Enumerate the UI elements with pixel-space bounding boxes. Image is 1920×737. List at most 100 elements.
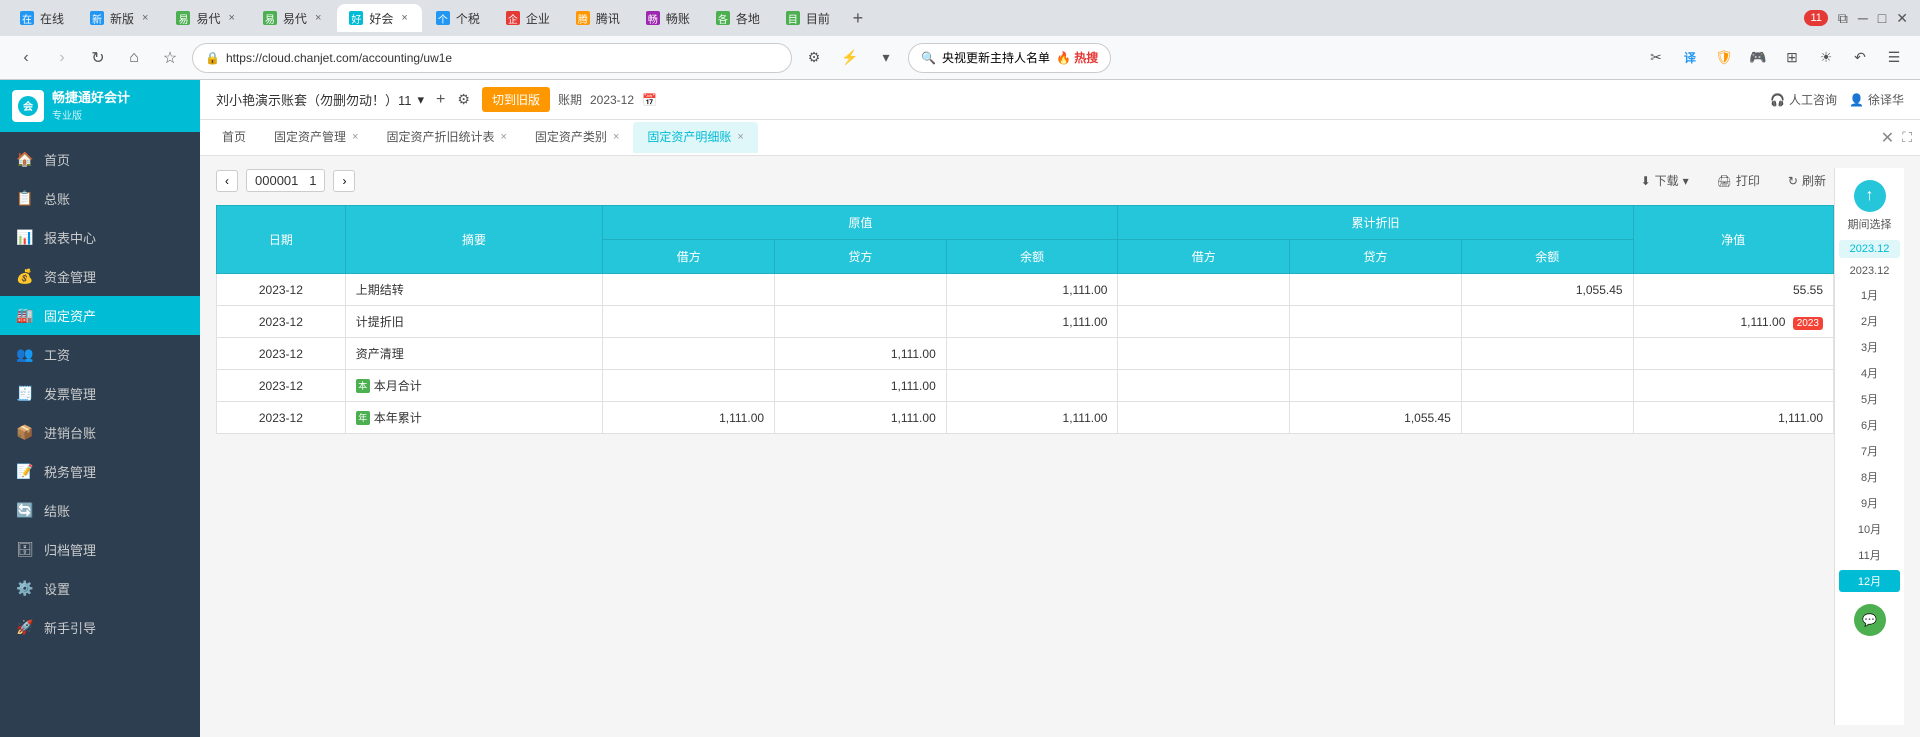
th-orig-debit: 借方 [603,240,775,274]
print-button[interactable]: 🖨 打印 [1709,168,1768,193]
fullscreen-icon[interactable]: ⛶ [1902,129,1912,146]
sidebar-item-settings[interactable]: ⚙️ 设置 [0,569,200,608]
period-month-1[interactable]: 1月 [1839,284,1900,306]
company-settings-icon[interactable]: ⚙ [457,91,470,108]
period-month-5[interactable]: 5月 [1839,388,1900,410]
page-tab-asset-category[interactable]: 固定资产类别 × [521,122,633,153]
tab-restore-btn[interactable]: ⧉ [1838,10,1848,27]
home-button[interactable]: ⌂ [120,44,148,72]
row5-date: 2023-12 [217,402,346,434]
page-tab-home-label: 首页 [222,128,246,145]
undo-icon[interactable]: ↶ [1846,44,1874,72]
page-tab-home[interactable]: 首页 [208,122,260,153]
address-input[interactable]: 🔒 https://cloud.chanjet.com/accounting/u… [192,43,792,73]
period-month-9[interactable]: 9月 [1839,492,1900,514]
next-record-button[interactable]: › [333,170,355,192]
sidebar-item-tax[interactable]: 📝 税务管理 [0,452,200,491]
period-month-6[interactable]: 6月 [1839,414,1900,436]
menu-icon[interactable]: ☰ [1880,44,1908,72]
notification-badge[interactable]: 11 [1804,10,1827,26]
tab-zaixian[interactable]: 在 在线 [8,4,76,32]
table-row: 2023-12 资产清理 1,111.00 [217,338,1834,370]
shield-icon[interactable]: 🛡 [1710,44,1738,72]
tab-maximize-btn[interactable]: □ [1878,10,1886,26]
sidebar-item-funds[interactable]: 💰 资金管理 [0,257,200,296]
back-button[interactable]: ‹ [12,44,40,72]
period-month-10[interactable]: 10月 [1839,518,1900,540]
close-all-icon[interactable]: ✕ [1881,128,1894,148]
reload-button[interactable]: ↻ [84,44,112,72]
switch-version-button[interactable]: 切到旧版 [482,87,550,112]
game-icon[interactable]: 🎮 [1744,44,1772,72]
period-month-8[interactable]: 8月 [1839,466,1900,488]
tab-label-xinban: 新版 [110,10,134,27]
period-year-2[interactable]: 2023.12 [1839,262,1900,280]
page-tab-close-depreciation-stats[interactable]: × [500,131,506,143]
period-year-1[interactable]: 2023.12 [1839,240,1900,258]
period-month-4[interactable]: 4月 [1839,362,1900,384]
sidebar-title-area: 畅捷通好会计 专业版 [52,90,130,122]
add-company-button[interactable]: + [436,91,445,109]
page-tab-close-asset-ledger[interactable]: × [737,131,743,143]
tab-tengxun[interactable]: 腾 腾讯 [564,4,632,32]
th-orig-credit: 贷方 [775,240,947,274]
lightning-icon[interactable]: ⚡ [836,44,864,72]
sidebar-item-invoice[interactable]: 🧾 发票管理 [0,374,200,413]
tab-close-xinban[interactable]: × [140,11,150,25]
sidebar-item-reports[interactable]: 📊 报表中心 [0,218,200,257]
sidebar-item-stock[interactable]: 📦 进销台账 [0,413,200,452]
support-button[interactable]: 🎧 人工咨询 [1770,91,1837,108]
page-tab-close-fixed-assets[interactable]: × [352,131,358,143]
refresh-button[interactable]: ↻ 刷新 [1780,168,1834,193]
sidebar-item-archive[interactable]: 🗄 归档管理 [0,530,200,569]
user-info[interactable]: 👤 徐译华 [1849,91,1904,108]
page-tab-asset-ledger[interactable]: 固定资产明细账 × [633,122,757,153]
tab-haokuai[interactable]: 好 好会 × [337,4,421,32]
sidebar-item-home[interactable]: 🏠 首页 [0,140,200,179]
dropdown-icon[interactable]: ▾ [872,44,900,72]
feedback-button[interactable]: 💬 [1854,604,1886,636]
prev-record-button[interactable]: ‹ [216,170,238,192]
page-tab-close-asset-category[interactable]: × [613,131,619,143]
tab-xinban[interactable]: 新 新版 × [78,4,162,32]
scissors-icon[interactable]: ✂ [1642,44,1670,72]
calendar-icon[interactable]: 📅 [642,93,657,107]
period-month-7[interactable]: 7月 [1839,440,1900,462]
tab-qiye[interactable]: 企 企业 [494,4,562,32]
grid-icon[interactable]: ⊞ [1778,44,1806,72]
tab-muqian[interactable]: 目 目前 [774,4,842,32]
tab-add-button[interactable]: + [844,4,872,32]
tab-close-btn[interactable]: ✕ [1896,10,1908,27]
tab-close-yidai2[interactable]: × [313,11,323,25]
tab-chang[interactable]: 畅 畅账 [634,4,702,32]
sidebar-item-general-ledger[interactable]: 📋 总账 [0,179,200,218]
translate-icon[interactable]: 译 [1676,44,1704,72]
sidebar-label-tax: 税务管理 [44,462,96,481]
svg-text:会: 会 [23,100,33,113]
page-tab-depreciation-stats-label: 固定资产折旧统计表 [386,128,494,145]
tab-close-yidai1[interactable]: × [226,11,236,25]
sidebar-item-guide[interactable]: 🚀 新手引导 [0,608,200,647]
company-selector[interactable]: 刘小艳演示账套（勿删勿动！）11 ▾ [216,90,424,109]
bookmark-button[interactable]: ☆ [156,44,184,72]
forward-button[interactable]: › [48,44,76,72]
page-tab-fixed-assets[interactable]: 固定资产管理 × [260,122,372,153]
browser-tools-icon[interactable]: ⚙ [800,44,828,72]
tab-gedi[interactable]: 各 各地 [704,4,772,32]
period-month-11[interactable]: 11月 [1839,544,1900,566]
tab-yidai2[interactable]: 易 易代 × [251,4,335,32]
tab-geshuijia[interactable]: 个 个税 [424,4,492,32]
download-button[interactable]: ⬇ 下载 ▾ [1633,168,1697,193]
tab-close-haokuai[interactable]: × [399,11,409,25]
sidebar-item-fixed-assets[interactable]: 🏭 固定资产 [0,296,200,335]
tab-yidai1[interactable]: 易 易代 × [164,4,248,32]
period-month-3[interactable]: 3月 [1839,336,1900,358]
back-to-top-button[interactable]: ↑ [1854,180,1886,212]
sidebar-item-close[interactable]: 🔄 结账 [0,491,200,530]
period-month-12[interactable]: 12月 [1839,570,1900,592]
period-month-2[interactable]: 2月 [1839,310,1900,332]
tab-minimize-btn[interactable]: ─ [1858,10,1868,26]
page-tab-depreciation-stats[interactable]: 固定资产折旧统计表 × [372,122,520,153]
sun-icon[interactable]: ☀ [1812,44,1840,72]
sidebar-item-payroll[interactable]: 👥 工资 [0,335,200,374]
